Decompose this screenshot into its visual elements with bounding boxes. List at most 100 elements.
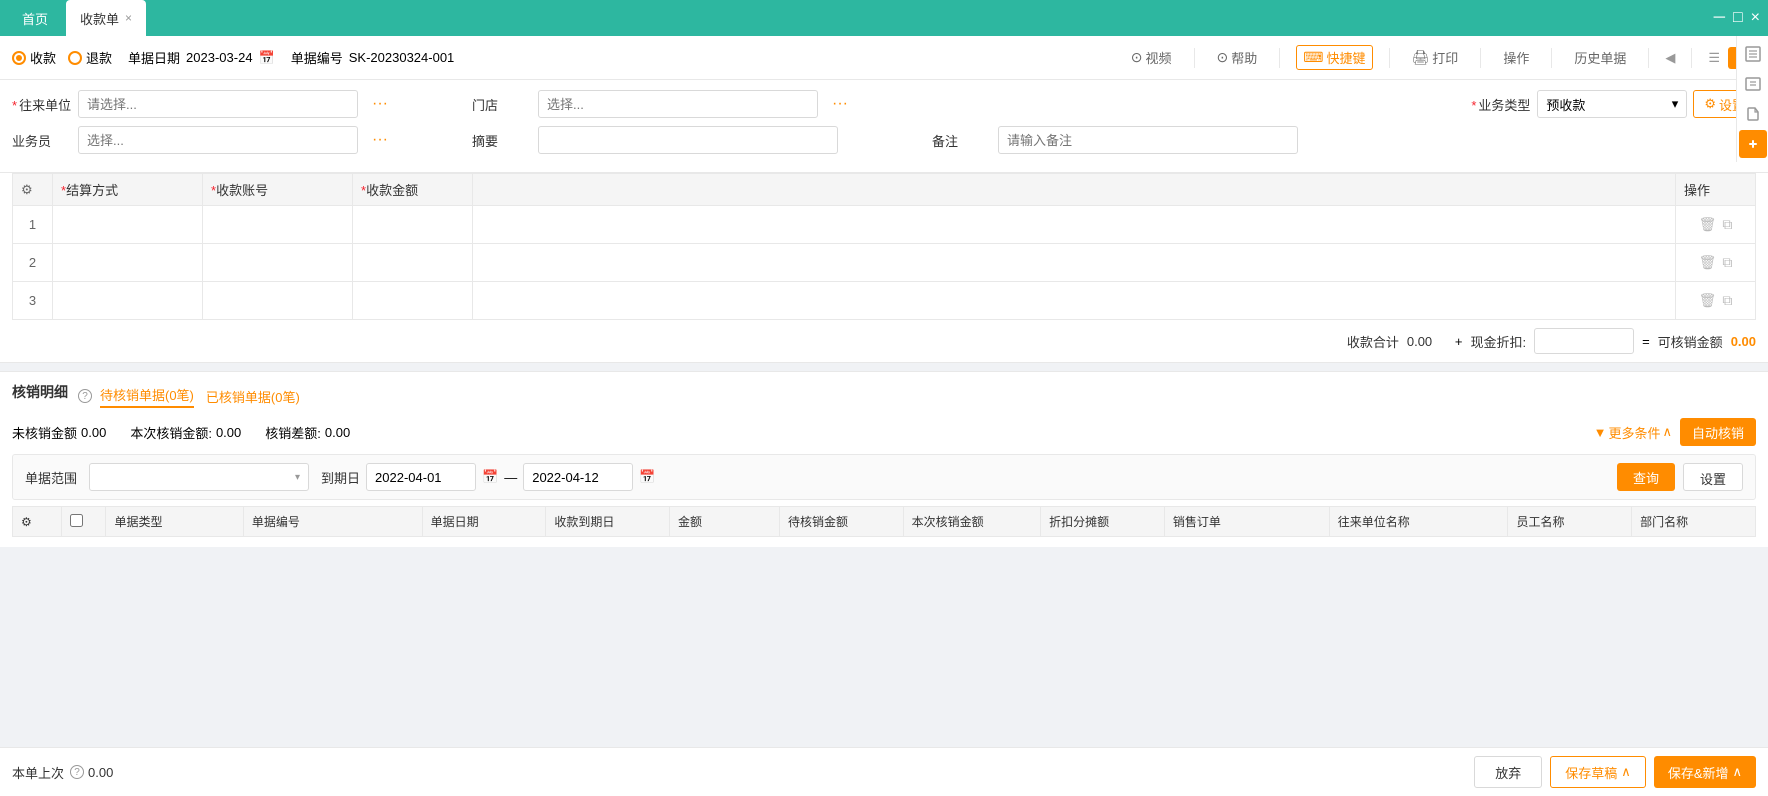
save-draft-btn[interactable]: 保存草稿 ∧	[1550, 756, 1646, 788]
help-btn[interactable]: ⊙ 帮助	[1211, 46, 1264, 69]
row-2-account[interactable]	[203, 244, 353, 282]
select-all-checkbox[interactable]	[70, 514, 83, 527]
more-conditions-btn[interactable]: ▼ 更多条件 ∧	[1594, 423, 1672, 442]
row-1-settlement[interactable]	[53, 206, 203, 244]
radio-refund[interactable]: 退款	[68, 48, 112, 67]
col-settings-2-header[interactable]: ⚙	[13, 507, 62, 537]
date-value[interactable]: 2023-03-24	[186, 50, 253, 65]
row-1-amount[interactable]	[353, 206, 473, 244]
footer: 本单上次 ? 0.00 放弃 保存草稿 ∧ 保存&新增 ∧	[0, 747, 1768, 796]
total-label: 收款合计	[1347, 332, 1399, 351]
window-close-icon[interactable]: ×	[1751, 9, 1760, 27]
row-2-settlement[interactable]	[53, 244, 203, 282]
save-new-btn[interactable]: 保存&新增 ∧	[1654, 756, 1756, 788]
row-1-delete-icon[interactable]: 🗑	[1699, 216, 1717, 233]
row-2-settlement-input[interactable]	[53, 244, 202, 281]
tab-close-icon[interactable]: ×	[125, 11, 132, 25]
filter-date-end-input[interactable]	[523, 463, 633, 491]
summary-input[interactable]	[538, 126, 838, 154]
window-minimize-icon[interactable]: ─	[1714, 9, 1725, 27]
salesperson-input[interactable]	[78, 126, 358, 154]
remark-input[interactable]	[998, 126, 1298, 154]
radio-receipt[interactable]: 收款	[12, 48, 56, 67]
summary-label: 摘要	[472, 131, 532, 150]
filter-date-start-input[interactable]	[366, 463, 476, 491]
row-3-settlement[interactable]	[53, 282, 203, 320]
sidebar-icon-2[interactable]	[1739, 70, 1767, 98]
filter-range-select[interactable]: ▾	[89, 463, 309, 491]
query-btn[interactable]: 查询	[1617, 463, 1675, 491]
row-3-amount[interactable]	[353, 282, 473, 320]
divider-2	[1279, 48, 1280, 68]
row-2-remark-input[interactable]	[473, 244, 1675, 281]
diff-value: 0.00	[325, 425, 350, 440]
calendar-start-icon[interactable]: 📅	[482, 469, 498, 485]
store-more-btn[interactable]: ···	[828, 95, 852, 113]
writeoff-info-icon[interactable]: ?	[78, 389, 92, 403]
row-3-remark-input[interactable]	[473, 282, 1675, 319]
video-btn[interactable]: ⊙ 视频	[1125, 46, 1178, 69]
history-btn[interactable]: 历史单据	[1568, 46, 1632, 69]
store-input[interactable]	[538, 90, 818, 118]
salesperson-more-btn[interactable]: ···	[368, 131, 392, 149]
counterpart-input[interactable]	[78, 90, 358, 118]
row-1-account[interactable]	[203, 206, 353, 244]
sidebar-icon-1[interactable]	[1739, 40, 1767, 68]
unchecked-value: 0.00	[81, 425, 106, 440]
date-label: 单据日期	[128, 48, 180, 67]
conditions-chevron: ∧	[1662, 424, 1672, 440]
col-settings-header[interactable]: ⚙	[13, 174, 53, 206]
nav-prev-icon[interactable]: ◀	[1665, 50, 1675, 66]
row-3-amount-input[interactable]	[353, 282, 472, 319]
filter-settings-btn[interactable]: 设置	[1683, 463, 1743, 491]
tab-done[interactable]: 已核销单据(0笔)	[206, 387, 300, 406]
row-1-remark[interactable]	[473, 206, 1676, 244]
calendar-end-icon[interactable]: 📅	[639, 469, 655, 485]
col-amount-header: *收款金额	[353, 174, 473, 206]
window-restore-icon[interactable]: □	[1733, 9, 1743, 27]
tab-pending[interactable]: 待核销单据(0笔)	[100, 385, 194, 408]
row-2-amount-input[interactable]	[353, 244, 472, 281]
setting-icon: ⚙	[1704, 96, 1716, 112]
operation-btn[interactable]: 操作	[1497, 46, 1535, 69]
row-3-delete-icon[interactable]: 🗑	[1699, 292, 1717, 309]
radio-refund-label: 退款	[86, 48, 112, 67]
row-1-remark-input[interactable]	[473, 206, 1675, 243]
counterpart-more-btn[interactable]: ···	[368, 95, 392, 113]
row-3-copy-icon[interactable]: ⧉	[1722, 292, 1732, 309]
tab-home[interactable]: 首页	[8, 0, 62, 36]
table-row: 2 🗑 ⧉	[13, 244, 1756, 282]
footer-info-icon[interactable]: ?	[70, 765, 84, 779]
row-2-account-input[interactable]	[203, 244, 352, 281]
row-3-remark[interactable]	[473, 282, 1676, 320]
row-1-copy-icon[interactable]: ⧉	[1722, 216, 1732, 233]
row-2-copy-icon[interactable]: ⧉	[1722, 254, 1732, 271]
date-field: 单据日期 2023-03-24 📅	[128, 48, 275, 67]
row-1-amount-input[interactable]	[353, 206, 472, 243]
sidebar-icon-4[interactable]	[1739, 130, 1767, 158]
abandon-btn[interactable]: 放弃	[1474, 756, 1542, 788]
business-type-label: 业务类型	[1471, 95, 1531, 114]
row-3-account-input[interactable]	[203, 282, 352, 319]
counterpart-group: 往来单位 ···	[12, 90, 472, 118]
row-2-amount[interactable]	[353, 244, 473, 282]
shortcut-btn[interactable]: ⌨ 快捷键	[1296, 45, 1372, 70]
row-3-settlement-input[interactable]	[53, 282, 202, 319]
tab-active[interactable]: 收款单 ×	[66, 0, 146, 36]
col-checkbox-header[interactable]	[62, 507, 106, 537]
discount-input[interactable]	[1534, 328, 1634, 354]
calendar-icon[interactable]: 📅	[259, 50, 275, 66]
table-gear-icon[interactable]: ⚙	[21, 182, 33, 197]
list-view-icon[interactable]: ☰	[1708, 50, 1720, 66]
auto-writeoff-btn[interactable]: 自动核销	[1680, 418, 1756, 446]
row-2-delete-icon[interactable]: 🗑	[1699, 254, 1717, 271]
print-btn[interactable]: 🖨 打印	[1406, 46, 1465, 69]
row-2-remark[interactable]	[473, 244, 1676, 282]
row-1-settlement-input[interactable]	[53, 206, 202, 243]
business-type-select[interactable]: 预收款 ▾	[1537, 90, 1687, 118]
operation-label: 操作	[1503, 48, 1529, 67]
help-label: 帮助	[1231, 48, 1257, 67]
sidebar-icon-3[interactable]	[1739, 100, 1767, 128]
row-1-account-input[interactable]	[203, 206, 352, 243]
row-3-account[interactable]	[203, 282, 353, 320]
